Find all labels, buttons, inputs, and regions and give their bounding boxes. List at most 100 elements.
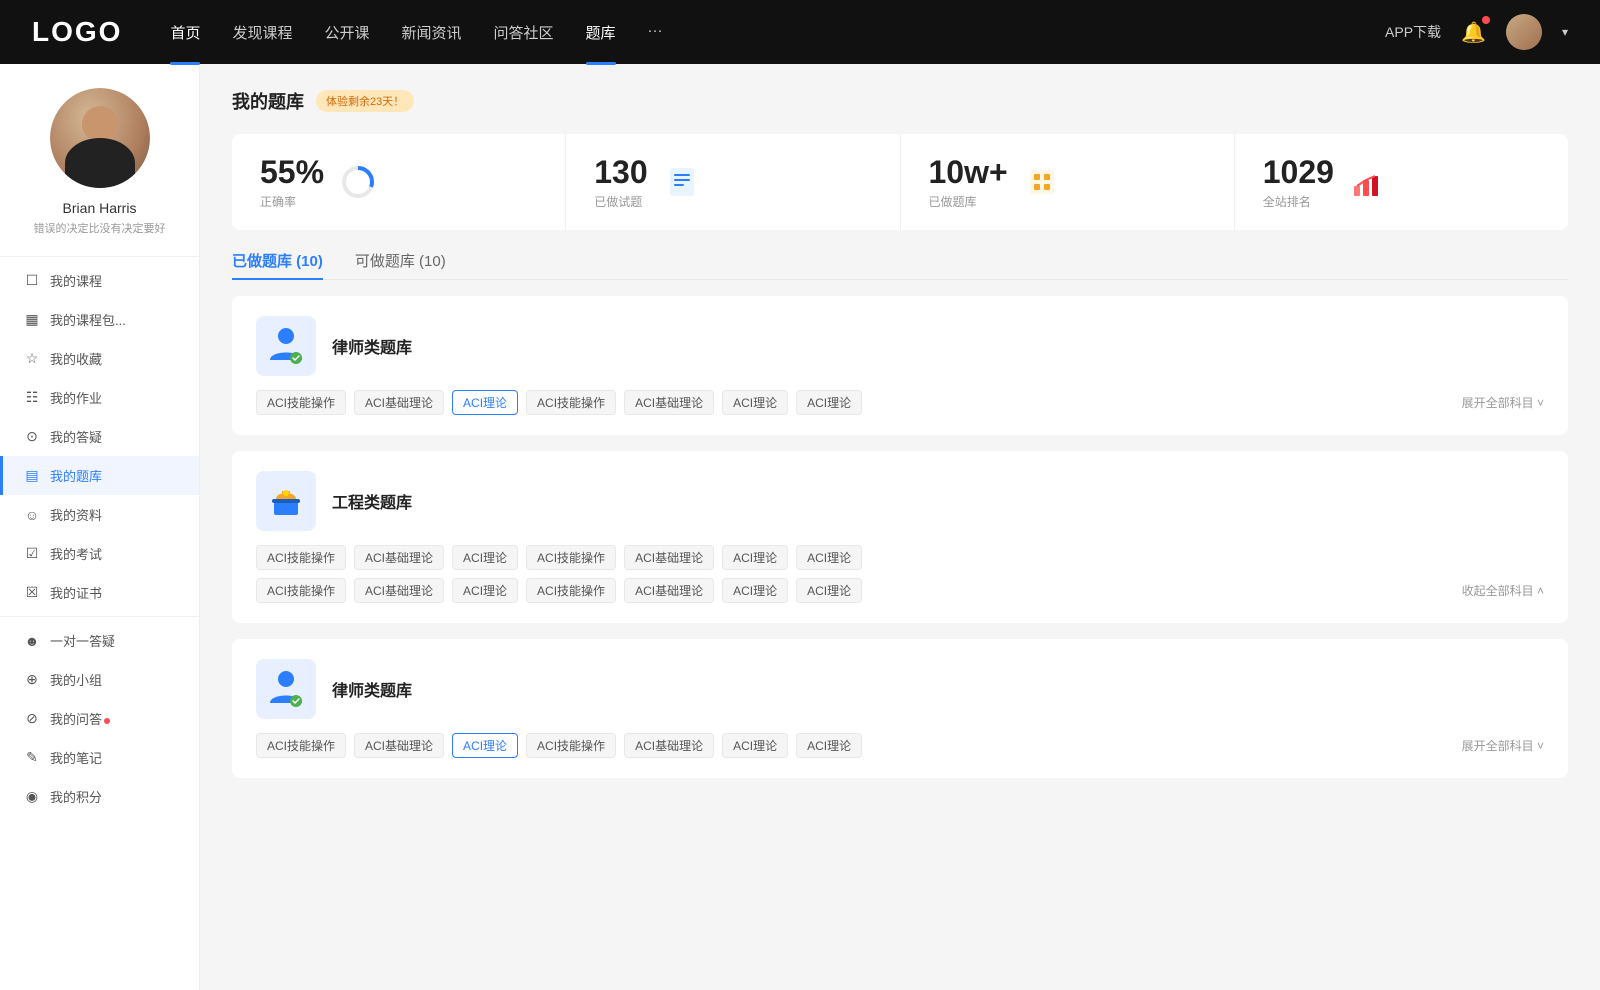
nav-qa[interactable]: 问答社区	[494, 22, 554, 43]
app-download[interactable]: APP下载	[1385, 22, 1441, 42]
cert-icon: ☒	[24, 584, 40, 601]
stat-ranking: 1029 全站排名	[1235, 134, 1568, 230]
sidebar-item-profile[interactable]: ☺ 我的资料	[0, 495, 199, 534]
tag[interactable]: ACI基础理论	[624, 733, 714, 758]
sidebar-item-label: 一对一答疑	[50, 631, 115, 650]
tag[interactable]: ACI技能操作	[256, 545, 346, 570]
tag[interactable]: ACI理论	[722, 545, 788, 570]
user-dropdown-arrow[interactable]: ▾	[1562, 25, 1568, 39]
nav-open-course[interactable]: 公开课	[324, 22, 369, 43]
course-pkg-icon: ▦	[24, 311, 40, 328]
tag[interactable]: ACI理论	[722, 390, 788, 415]
tag[interactable]: ACI技能操作	[526, 578, 616, 603]
stat-ranking-number: 1029	[1263, 154, 1334, 191]
tag[interactable]: ACI理论	[452, 578, 518, 603]
avatar-image	[50, 88, 150, 188]
tag[interactable]: ACI基础理论	[354, 578, 444, 603]
stat-accuracy-label: 正确率	[260, 193, 324, 210]
tag[interactable]: ACI理论	[796, 578, 862, 603]
tag[interactable]: ACI技能操作	[256, 578, 346, 603]
stat-done-questions: 130 已做试题	[566, 134, 900, 230]
tag[interactable]: ACI技能操作	[256, 733, 346, 758]
groups-icon: ⊕	[24, 671, 40, 688]
engineer-icon	[256, 471, 316, 531]
nav-qbank[interactable]: 题库	[586, 22, 616, 43]
tag[interactable]: ACI理论	[452, 545, 518, 570]
lawyer-icon	[256, 316, 316, 376]
sidebar-item-label: 我的题库	[50, 466, 102, 485]
user-avatar[interactable]	[1506, 14, 1542, 50]
page-title: 我的题库	[232, 88, 304, 114]
notes-icon: ✎	[24, 749, 40, 766]
sidebar-divider-2	[0, 616, 199, 617]
main-content: 我的题库 体验剩余23天！ 55% 正确率	[200, 64, 1600, 990]
tag[interactable]: ACI理论	[796, 733, 862, 758]
stat-accuracy-number: 55%	[260, 154, 324, 191]
tag[interactable]: ACI基础理论	[354, 545, 444, 570]
tab-done[interactable]: 已做题库 (10)	[232, 250, 323, 279]
stat-done-questions-label: 已做试题	[594, 193, 647, 210]
sidebar-item-qa[interactable]: ⊙ 我的答疑	[0, 417, 199, 456]
sidebar-item-qbank[interactable]: ▤ 我的题库	[0, 456, 199, 495]
questions-icon: ⊘	[24, 710, 40, 727]
sidebar-item-label: 我的作业	[50, 388, 102, 407]
notification-bell[interactable]: 🔔	[1461, 20, 1486, 45]
nav-discover[interactable]: 发现课程	[232, 22, 292, 43]
nav-more[interactable]: ···	[648, 22, 663, 43]
sidebar-item-1on1[interactable]: ☻ 一对一答疑	[0, 621, 199, 660]
logo: LOGO	[32, 16, 122, 48]
qbank-card-engineer: 工程类题库 ACI技能操作 ACI基础理论 ACI理论 ACI技能操作 ACI基…	[232, 451, 1568, 623]
tag[interactable]: ACI技能操作	[526, 545, 616, 570]
stat-accuracy: 55% 正确率	[232, 134, 566, 230]
sidebar-item-homework[interactable]: ☷ 我的作业	[0, 378, 199, 417]
tag-active[interactable]: ACI理论	[452, 390, 518, 415]
sidebar-item-exam[interactable]: ☑ 我的考试	[0, 534, 199, 573]
nav-home[interactable]: 首页	[170, 22, 200, 43]
collapse-btn-2[interactable]: 收起全部科目 ˄	[1462, 582, 1544, 599]
exam-icon: ☑	[24, 545, 40, 562]
sidebar-item-points[interactable]: ◉ 我的积分	[0, 777, 199, 816]
red-dot-indicator	[104, 718, 110, 724]
tag[interactable]: ACI理论	[796, 390, 862, 415]
done-banks-icon	[1024, 164, 1060, 200]
tag[interactable]: ACI基础理论	[354, 733, 444, 758]
sidebar-item-label: 我的答疑	[50, 427, 102, 446]
sidebar-item-course[interactable]: ☐ 我的课程	[0, 261, 199, 300]
tag[interactable]: ACI理论	[722, 578, 788, 603]
sidebar-item-groups[interactable]: ⊕ 我的小组	[0, 660, 199, 699]
tag[interactable]: ACI基础理论	[624, 545, 714, 570]
qbank-icon: ▤	[24, 467, 40, 484]
nav-news[interactable]: 新闻资讯	[402, 22, 462, 43]
sidebar-item-label: 我的课程包...	[50, 310, 126, 329]
tag[interactable]: ACI基础理论	[624, 390, 714, 415]
accuracy-donut-chart	[340, 164, 376, 200]
tab-available[interactable]: 可做题库 (10)	[355, 250, 446, 279]
tag[interactable]: ACI技能操作	[526, 390, 616, 415]
expand-btn-3[interactable]: 展开全部科目 ˅	[1462, 737, 1544, 754]
sidebar-item-course-pkg[interactable]: ▦ 我的课程包...	[0, 300, 199, 339]
navbar-right: APP下载 🔔 ▾	[1385, 14, 1568, 50]
sidebar-item-label: 我的小组	[50, 670, 102, 689]
qbank-card-lawyer-1: 律师类题库 ACI技能操作 ACI基础理论 ACI理论 ACI技能操作 ACI基…	[232, 296, 1568, 435]
tag[interactable]: ACI技能操作	[526, 733, 616, 758]
tag[interactable]: ACI基础理论	[354, 390, 444, 415]
sidebar-item-notes[interactable]: ✎ 我的笔记	[0, 738, 199, 777]
tag[interactable]: ACI理论	[796, 545, 862, 570]
homework-icon: ☷	[24, 389, 40, 406]
qa-icon: ⊙	[24, 428, 40, 445]
tag-active[interactable]: ACI理论	[452, 733, 518, 758]
expand-btn-1[interactable]: 展开全部科目 ˅	[1462, 394, 1544, 411]
profile-motto: 错误的决定比没有决定要好	[22, 220, 178, 236]
sidebar-item-certificate[interactable]: ☒ 我的证书	[0, 573, 199, 612]
sidebar-item-questions[interactable]: ⊘ 我的问答	[0, 699, 199, 738]
qbank-card-lawyer-2: 律师类题库 ACI技能操作 ACI基础理论 ACI理论 ACI技能操作 ACI基…	[232, 639, 1568, 778]
qbank-name-2: 工程类题库	[332, 489, 412, 513]
profile-avatar	[50, 88, 150, 188]
qbank-tags-3: ACI技能操作 ACI基础理论 ACI理论 ACI技能操作 ACI基础理论 AC…	[256, 733, 1544, 758]
tag[interactable]: ACI技能操作	[256, 390, 346, 415]
sidebar-item-label: 我的考试	[50, 544, 102, 563]
tag[interactable]: ACI基础理论	[624, 578, 714, 603]
tag[interactable]: ACI理论	[722, 733, 788, 758]
sidebar: Brian Harris 错误的决定比没有决定要好 ☐ 我的课程 ▦ 我的课程包…	[0, 64, 200, 990]
sidebar-item-favorites[interactable]: ☆ 我的收藏	[0, 339, 199, 378]
